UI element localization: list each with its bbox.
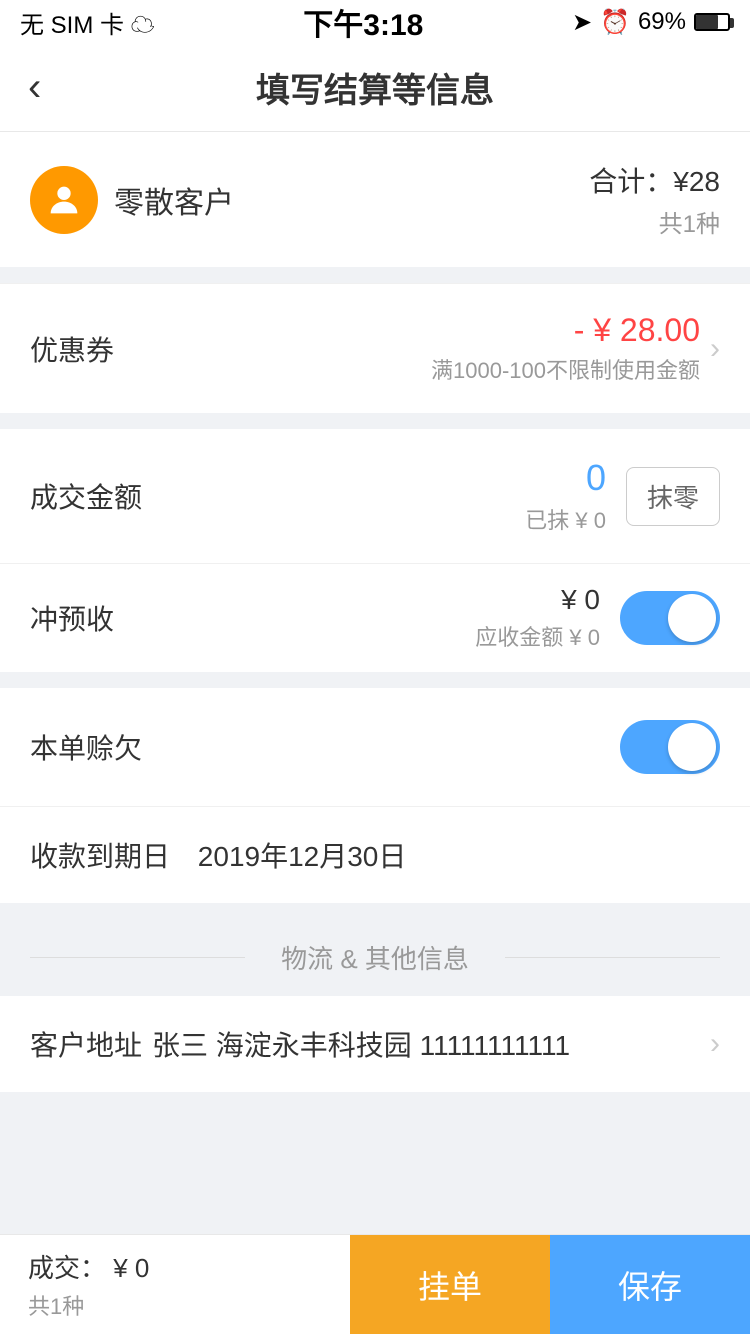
customer-right: 合计：¥28 共1种 — [589, 160, 720, 239]
prereceive-toggle[interactable] — [620, 591, 720, 645]
deal-value: 0 — [525, 457, 606, 499]
prereceive-values: ¥ 0 应收金额 ¥ 0 — [475, 584, 600, 652]
customer-count: 共1种 — [589, 204, 720, 239]
duedate-value: 2019年12月30日 — [198, 841, 407, 872]
customer-left: 零散客户 — [30, 166, 234, 234]
coupon-section: 优惠券 - ¥ 28.00 满1000-100不限制使用金额 › — [0, 283, 750, 413]
address-label: 客户地址 — [30, 1024, 142, 1064]
chevron-right-icon: › — [710, 332, 720, 366]
prereceive-sub: 应收金额 ¥ 0 — [475, 620, 600, 652]
duedate-row: 收款到期日 2019年12月30日 — [0, 806, 750, 903]
debt-section: 本单赊欠 收款到期日 2019年12月30日 — [0, 688, 750, 903]
status-right: ➤ ⏰ 69% — [572, 8, 730, 37]
person-icon — [44, 180, 84, 220]
debt-row: 本单赊欠 — [0, 688, 750, 806]
coupon-right: - ¥ 28.00 满1000-100不限制使用金额 › — [431, 312, 720, 385]
customer-name: 零散客户 — [114, 178, 234, 222]
alarm-icon: ⏰ — [600, 8, 630, 37]
deal-label: 成交金额 — [30, 476, 142, 516]
debt-toggle[interactable] — [620, 720, 720, 774]
status-time: 下午3:18 — [303, 0, 423, 44]
prereceive-row: 冲预收 ¥ 0 应收金额 ¥ 0 — [0, 563, 750, 672]
back-button[interactable]: ‹ — [28, 65, 41, 110]
address-row[interactable]: 客户地址 张三 海淀永丰科技园 11111111111 › — [0, 996, 750, 1092]
bottom-info: 成交： ¥ 0 共1种 — [0, 1235, 350, 1334]
bottom-count: 共1种 — [28, 1289, 322, 1321]
customer-avatar — [30, 166, 98, 234]
hang-button[interactable]: 挂单 — [350, 1235, 550, 1334]
save-button[interactable]: 保存 — [550, 1235, 750, 1334]
logistics-header: 物流 & 其他信息 — [0, 919, 750, 996]
status-bar: 无 SIM 卡 ☁ 下午3:18 ➤ ⏰ 69% — [0, 0, 750, 44]
address-value: 张三 海淀永丰科技园 11111111111 — [152, 1024, 570, 1064]
coupon-label: 优惠券 — [30, 329, 114, 369]
prereceive-right: ¥ 0 应收金额 ¥ 0 — [475, 584, 720, 652]
sim-status: 无 SIM 卡 ☁ — [20, 5, 155, 40]
address-section: 客户地址 张三 海淀永丰科技园 11111111111 › — [0, 996, 750, 1092]
main-content: 零散客户 合计：¥28 共1种 优惠券 - ¥ 28.00 满1000-100不… — [0, 132, 750, 1228]
customer-section: 零散客户 合计：¥28 共1种 — [0, 132, 750, 267]
amount-value-wrap: 0 已抹 ¥ 0 — [525, 457, 606, 535]
divider-left — [30, 957, 245, 958]
battery-icon — [694, 13, 730, 31]
debt-label: 本单赊欠 — [30, 727, 142, 767]
amount-row: 成交金额 0 已抹 ¥ 0 抹零 — [0, 429, 750, 563]
bottom-deal-label: 成交： — [28, 1253, 106, 1283]
nav-bar: ‹ 填写结算等信息 — [0, 44, 750, 132]
debt-toggle-knob — [668, 723, 716, 771]
logistics-label: 物流 & 其他信息 — [261, 939, 489, 976]
address-chevron-icon: › — [710, 1027, 720, 1061]
amount-right: 0 已抹 ¥ 0 抹零 — [525, 457, 720, 535]
prereceive-label: 冲预收 — [30, 598, 114, 638]
page-title: 填写结算等信息 — [256, 63, 494, 112]
coupon-row[interactable]: 优惠券 - ¥ 28.00 满1000-100不限制使用金额 › — [0, 283, 750, 413]
coupon-amount: - ¥ 28.00 — [431, 312, 700, 349]
bottom-deal-amount: ¥ 0 — [113, 1253, 149, 1283]
coupon-value: - ¥ 28.00 满1000-100不限制使用金额 — [431, 312, 700, 385]
address-content: 张三 海淀永丰科技园 11111111111 — [152, 1024, 700, 1064]
round-zero-button[interactable]: 抹零 — [626, 467, 720, 526]
prereceive-main: ¥ 0 — [475, 584, 600, 616]
divider-right — [505, 957, 720, 958]
status-left: 无 SIM 卡 ☁ — [20, 5, 155, 40]
coupon-desc: 满1000-100不限制使用金额 — [431, 353, 700, 385]
deal-sub: 已抹 ¥ 0 — [525, 503, 606, 535]
bottom-bar: 成交： ¥ 0 共1种 挂单 保存 — [0, 1234, 750, 1334]
toggle-knob — [668, 594, 716, 642]
location-icon: ➤ — [572, 8, 592, 37]
bottom-deal: 成交： ¥ 0 — [28, 1248, 322, 1285]
duedate-label: 收款到期日 — [30, 841, 170, 872]
deal-section: 成交金额 0 已抹 ¥ 0 抹零 冲预收 ¥ 0 应收金额 ¥ 0 — [0, 429, 750, 672]
battery-text: 69% — [638, 8, 686, 36]
customer-total: 合计：¥28 — [589, 160, 720, 200]
